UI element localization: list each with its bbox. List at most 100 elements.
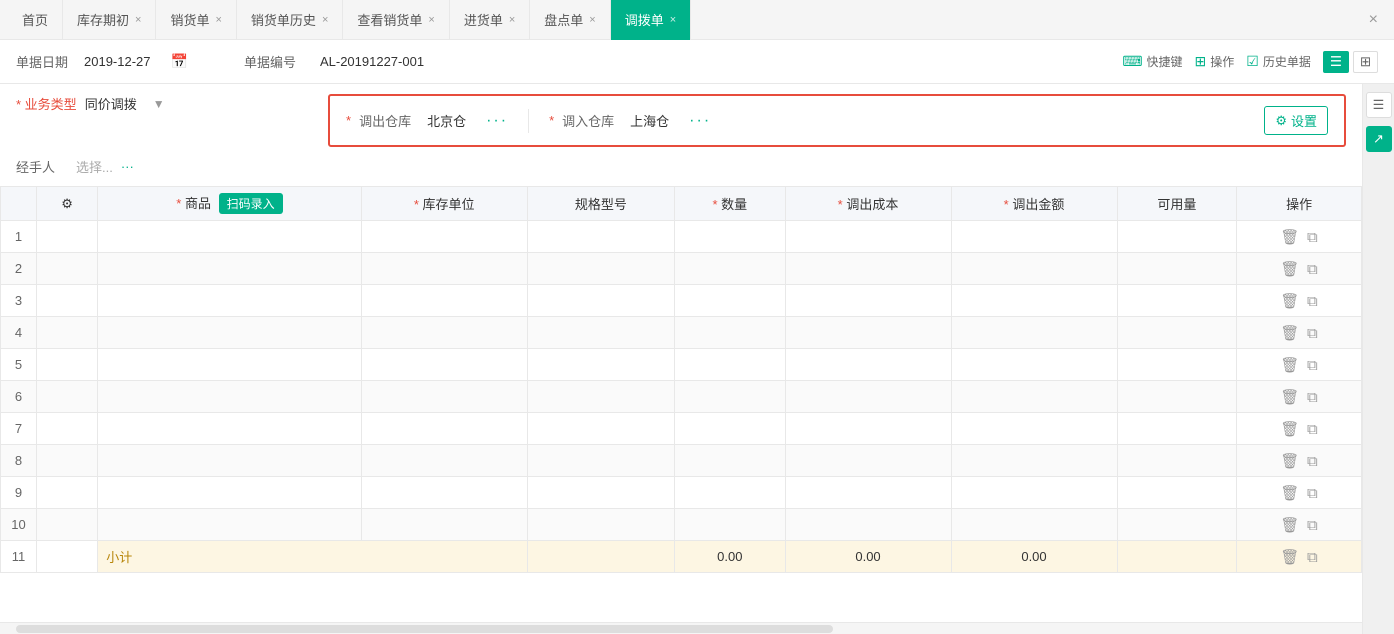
row-amount[interactable] [951, 221, 1117, 253]
row-cost[interactable] [785, 445, 951, 477]
row-qty[interactable] [675, 477, 785, 509]
copy-icon[interactable]: ⧉ [1307, 293, 1318, 310]
row-spec[interactable] [527, 509, 674, 541]
row-unit[interactable] [361, 509, 527, 541]
tab-sales-history[interactable]: 销货单历史 × [237, 0, 343, 40]
row-amount[interactable] [951, 477, 1117, 509]
row-qty[interactable] [675, 317, 785, 349]
handler-input[interactable]: 选择... [76, 157, 113, 176]
row-product[interactable] [98, 445, 361, 477]
row-cost[interactable] [785, 509, 951, 541]
row-cost[interactable] [785, 253, 951, 285]
copy-icon[interactable]: ⧉ [1307, 485, 1318, 502]
copy-icon[interactable]: ⧉ [1307, 517, 1318, 534]
row-qty[interactable] [675, 445, 785, 477]
row-amount[interactable] [951, 285, 1117, 317]
delete-icon[interactable]: 🗑 [1280, 357, 1299, 374]
row-amount[interactable] [951, 445, 1117, 477]
row-unit[interactable] [361, 221, 527, 253]
row-spec[interactable] [527, 221, 674, 253]
copy-icon[interactable]: ⧉ [1307, 229, 1318, 246]
business-type-select[interactable]: 同价调拨 ▼ [85, 94, 305, 113]
copy-icon[interactable]: ⧉ [1307, 357, 1318, 374]
close-all-tabs[interactable]: × [1361, 7, 1386, 33]
in-warehouse-more[interactable]: ··· [689, 112, 711, 130]
delete-icon[interactable]: 🗑 [1280, 453, 1299, 470]
row-product[interactable] [98, 285, 361, 317]
row-qty[interactable] [675, 349, 785, 381]
row-amount[interactable] [951, 253, 1117, 285]
row-product[interactable] [98, 509, 361, 541]
delete-icon[interactable]: 🗑 [1280, 485, 1299, 502]
row-cost[interactable] [785, 413, 951, 445]
row-cost[interactable] [785, 317, 951, 349]
delete-icon[interactable]: 🗑 [1280, 261, 1299, 278]
tab-purchase-close[interactable]: × [509, 14, 515, 26]
row-product[interactable] [98, 381, 361, 413]
delete-icon[interactable]: 🗑 [1280, 517, 1299, 534]
delete-icon[interactable]: 🗑 [1280, 293, 1299, 310]
copy-icon[interactable]: ⧉ [1307, 549, 1318, 566]
row-unit[interactable] [361, 445, 527, 477]
delete-icon[interactable]: 🗑 [1280, 549, 1299, 566]
row-spec[interactable] [527, 413, 674, 445]
row-cost[interactable] [785, 285, 951, 317]
row-spec[interactable] [527, 285, 674, 317]
row-product[interactable] [98, 317, 361, 349]
row-unit[interactable] [361, 413, 527, 445]
tab-inventory-init[interactable]: 库存期初 × [63, 0, 156, 40]
tab-inventory-close[interactable]: × [589, 14, 595, 26]
copy-icon[interactable]: ⧉ [1307, 421, 1318, 438]
row-spec[interactable] [527, 317, 674, 349]
tab-home[interactable]: 首页 [8, 0, 63, 40]
scrollbar-thumb[interactable] [16, 625, 833, 633]
row-cost[interactable] [785, 349, 951, 381]
handler-more[interactable]: ··· [121, 159, 134, 174]
row-qty[interactable] [675, 509, 785, 541]
tab-view-sales[interactable]: 查看销货单 × [343, 0, 449, 40]
row-spec[interactable] [527, 381, 674, 413]
delete-icon[interactable]: 🗑 [1280, 389, 1299, 406]
horizontal-scrollbar[interactable] [0, 622, 1362, 634]
view-grid-btn[interactable]: ⊞ [1353, 51, 1378, 73]
row-amount[interactable] [951, 317, 1117, 349]
right-panel-list-btn[interactable]: ☰ [1366, 92, 1392, 118]
tab-sales-order[interactable]: 销货单 × [156, 0, 236, 40]
gear-col-icon[interactable]: ⚙ [61, 196, 73, 211]
row-spec[interactable] [527, 445, 674, 477]
delete-icon[interactable]: 🗑 [1280, 229, 1299, 246]
row-amount[interactable] [951, 509, 1117, 541]
operations-btn[interactable]: ⊞ 操作 [1195, 53, 1235, 70]
row-unit[interactable] [361, 253, 527, 285]
tab-transfer-close[interactable]: × [670, 14, 676, 26]
tab-view-sales-close[interactable]: × [428, 14, 434, 26]
calendar-icon[interactable]: 📅 [171, 53, 188, 70]
copy-icon[interactable]: ⧉ [1307, 325, 1318, 342]
tab-sales-history-close[interactable]: × [322, 14, 328, 26]
tab-inventory[interactable]: 盘点单 × [530, 0, 610, 40]
scan-button[interactable]: 扫码录入 [219, 193, 283, 214]
row-qty[interactable] [675, 253, 785, 285]
row-cost[interactable] [785, 477, 951, 509]
row-product[interactable] [98, 413, 361, 445]
shortcuts-btn[interactable]: ⌨ 快捷键 [1122, 53, 1182, 70]
out-warehouse-more[interactable]: ··· [486, 112, 508, 130]
settings-button[interactable]: ⚙ 设置 [1264, 106, 1328, 135]
view-list-btn[interactable]: ☰ [1323, 51, 1349, 73]
row-qty[interactable] [675, 285, 785, 317]
row-spec[interactable] [527, 253, 674, 285]
delete-icon[interactable]: 🗑 [1280, 421, 1299, 438]
row-unit[interactable] [361, 477, 527, 509]
row-product[interactable] [98, 477, 361, 509]
row-qty[interactable] [675, 413, 785, 445]
row-cost[interactable] [785, 221, 951, 253]
tab-purchase[interactable]: 进货单 × [450, 0, 530, 40]
row-unit[interactable] [361, 317, 527, 349]
tab-transfer[interactable]: 调拨单 × [611, 0, 691, 40]
tab-inventory-init-close[interactable]: × [135, 14, 141, 26]
row-unit[interactable] [361, 349, 527, 381]
row-amount[interactable] [951, 381, 1117, 413]
row-qty[interactable] [675, 221, 785, 253]
col-gear-header[interactable]: ⚙ [37, 187, 98, 221]
right-panel-export-btn[interactable]: ↗ [1366, 126, 1392, 152]
